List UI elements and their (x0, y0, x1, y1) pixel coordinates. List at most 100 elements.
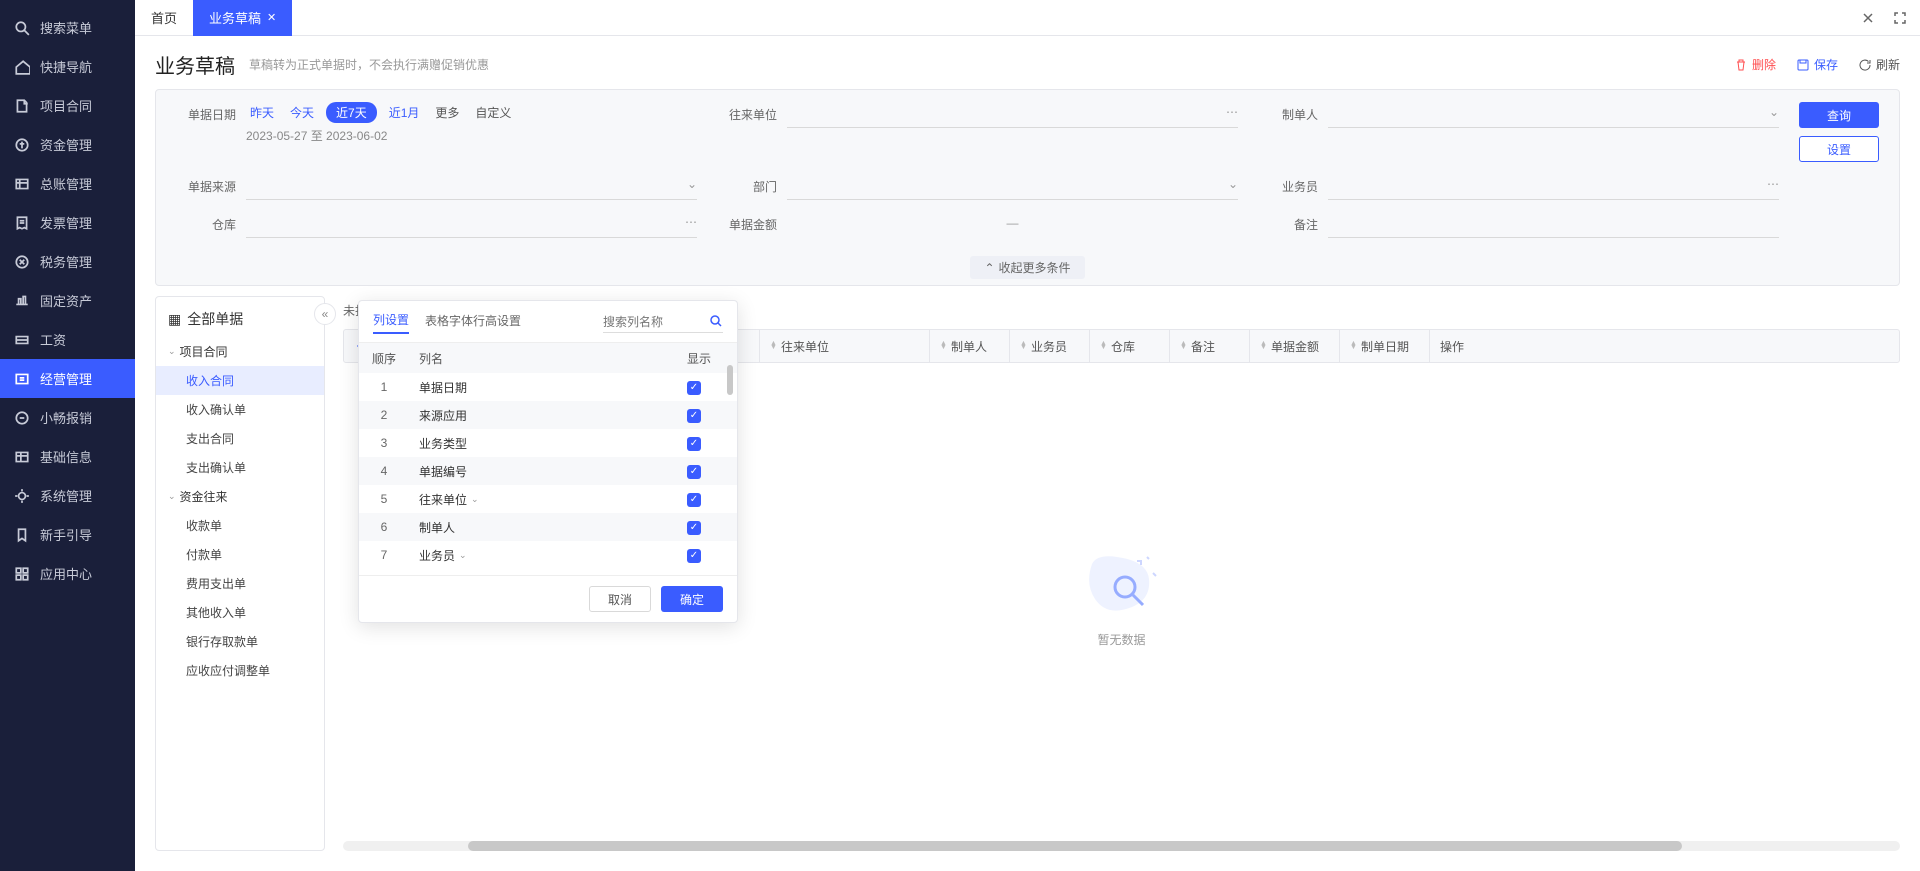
sidebar-item-money[interactable]: 资金管理 (0, 125, 135, 164)
delete-button[interactable]: 删除 (1734, 56, 1776, 73)
tree-leaf[interactable]: 支出确认单 (156, 453, 324, 482)
sidebar-item-asset[interactable]: 固定资产 (0, 281, 135, 320)
tab-1[interactable]: 业务草稿✕ (193, 0, 292, 36)
sidebar-item-ledger[interactable]: 总账管理 (0, 164, 135, 203)
collapse-label: 收起更多条件 (999, 259, 1071, 276)
close-tabs-button[interactable] (1856, 6, 1880, 30)
save-button[interactable]: 保存 (1796, 56, 1838, 73)
sidebar-item-apps[interactable]: 应用中心 (0, 554, 135, 593)
sort-icon: ▲▼ (1100, 342, 1107, 350)
base-icon (14, 449, 30, 465)
popover-tab-font[interactable]: 表格字体行高设置 (425, 312, 521, 333)
sidebar-item-guide[interactable]: 新手引导 (0, 515, 135, 554)
tree-leaf[interactable]: 银行存取款单 (156, 627, 324, 656)
filter-amount-label: 单据金额 (717, 212, 787, 233)
tree-leaf[interactable]: 收入合同 (156, 366, 324, 395)
filter-remark-input[interactable] (1328, 212, 1779, 238)
row-checkbox[interactable]: ✓ (687, 493, 701, 507)
date-option-5[interactable]: 自定义 (471, 102, 515, 123)
row-checkbox[interactable]: ✓ (687, 381, 701, 395)
row-checkbox[interactable]: ✓ (687, 549, 701, 563)
row-checkbox[interactable]: ✓ (687, 465, 701, 479)
popover-row[interactable]: 7业务员 ⌄✓ (359, 541, 737, 569)
popover-ok-button[interactable]: 确定 (661, 586, 723, 612)
filter-dept-input[interactable]: ⌄ (787, 174, 1238, 200)
tree-leaf[interactable]: 应收应付调整单 (156, 656, 324, 685)
row-checkbox[interactable]: ✓ (687, 437, 701, 451)
table-column-9[interactable]: ▲▼单据金额 (1250, 330, 1340, 362)
sidebar-item-tax[interactable]: 税务管理 (0, 242, 135, 281)
setting-button[interactable]: 设置 (1799, 136, 1879, 162)
sidebar-item-label: 搜索菜单 (40, 18, 92, 37)
tree-leaf[interactable]: 其他收入单 (156, 598, 324, 627)
refresh-icon (1858, 58, 1872, 72)
popover-row[interactable]: 2来源应用✓ (359, 401, 737, 429)
horizontal-scrollbar[interactable] (343, 841, 1900, 851)
table-column-6[interactable]: ▲▼业务员 (1010, 330, 1090, 362)
fullscreen-button[interactable] (1888, 6, 1912, 30)
close-icon[interactable]: ✕ (267, 11, 276, 24)
row-checkbox[interactable]: ✓ (687, 409, 701, 423)
empty-illustration-icon (1077, 549, 1167, 619)
sidebar-item-search[interactable]: 搜索菜单 (0, 8, 135, 47)
date-option-3[interactable]: 近1月 (385, 102, 424, 123)
popover-row[interactable]: 6制单人✓ (359, 513, 737, 541)
popover-scrollbar[interactable] (727, 365, 733, 395)
popover-th-name: 列名 (409, 350, 677, 367)
system-icon (14, 488, 30, 504)
sidebar-item-home[interactable]: 快捷导航 (0, 47, 135, 86)
table-column-10[interactable]: ▲▼制单日期 (1340, 330, 1430, 362)
sidebar-item-expense[interactable]: 小畅报销 (0, 398, 135, 437)
popover-row[interactable]: 5往来单位 ⌄✓ (359, 485, 737, 513)
popover-tab-columns[interactable]: 列设置 (373, 311, 409, 334)
collapse-left-panel-button[interactable]: « (314, 303, 336, 325)
table-column-11[interactable]: 操作 (1430, 330, 1490, 362)
popover-row[interactable]: 1单据日期✓ (359, 373, 737, 401)
refresh-button[interactable]: 刷新 (1858, 56, 1900, 73)
table-column-7[interactable]: ▲▼仓库 (1090, 330, 1170, 362)
sort-icon: ▲▼ (770, 342, 777, 350)
filter-creator-input[interactable]: ⌄ (1328, 102, 1779, 128)
popover-cancel-button[interactable]: 取消 (589, 586, 651, 612)
row-checkbox[interactable]: ✓ (687, 521, 701, 535)
sidebar-item-biz[interactable]: 经营管理 (0, 359, 135, 398)
popover-row[interactable]: 3业务类型✓ (359, 429, 737, 457)
tree-leaf[interactable]: 付款单 (156, 540, 324, 569)
sidebar-item-doc[interactable]: 项目合同 (0, 86, 135, 125)
chevron-down-icon: ⌄ (687, 177, 697, 191)
tree-group-1[interactable]: ⌄资金往来 (156, 482, 324, 511)
filter-amount-input[interactable]: — (787, 212, 1238, 238)
popover-th-order: 顺序 (359, 350, 409, 367)
sidebar-item-base[interactable]: 基础信息 (0, 437, 135, 476)
date-option-2[interactable]: 近7天 (326, 102, 377, 123)
filter-warehouse-input[interactable]: ⋯ (246, 212, 697, 238)
table-column-4[interactable]: ▲▼往来单位 (760, 330, 930, 362)
sort-icon: ▲▼ (1260, 342, 1267, 350)
tree-leaf[interactable]: 收款单 (156, 511, 324, 540)
table-column-8[interactable]: ▲▼备注 (1170, 330, 1250, 362)
sidebar-item-label: 小畅报销 (40, 408, 92, 427)
tab-label: 首页 (151, 8, 177, 27)
chevron-down-icon: ⌄ (1228, 177, 1238, 191)
date-option-4[interactable]: 更多 (431, 102, 463, 123)
sidebar-item-label: 总账管理 (40, 174, 92, 193)
tree-leaf[interactable]: 收入确认单 (156, 395, 324, 424)
tree-leaf[interactable]: 支出合同 (156, 424, 324, 453)
date-option-0[interactable]: 昨天 (246, 102, 278, 123)
sidebar-item-system[interactable]: 系统管理 (0, 476, 135, 515)
collapse-filters-button[interactable]: ⌃ 收起更多条件 (970, 256, 1084, 279)
sidebar-item-invoice[interactable]: 发票管理 (0, 203, 135, 242)
filter-operator-input[interactable]: ⋯ (1328, 174, 1779, 200)
tree-leaf[interactable]: 费用支出单 (156, 569, 324, 598)
sidebar-item-salary[interactable]: 工资 (0, 320, 135, 359)
tab-0[interactable]: 首页 (135, 0, 193, 36)
popover-row[interactable]: 4单据编号✓ (359, 457, 737, 485)
date-option-1[interactable]: 今天 (286, 102, 318, 123)
query-button[interactable]: 查询 (1799, 102, 1879, 128)
page-subtitle: 草稿转为正式单据时，不会执行满赠促销优惠 (249, 56, 489, 73)
filter-source-input[interactable]: ⌄ (246, 174, 697, 200)
table-column-5[interactable]: ▲▼制单人 (930, 330, 1010, 362)
popover-search-input[interactable] (603, 312, 723, 333)
tree-group-0[interactable]: ⌄项目合同 (156, 337, 324, 366)
filter-partner-input[interactable]: ⋯ (787, 102, 1238, 128)
